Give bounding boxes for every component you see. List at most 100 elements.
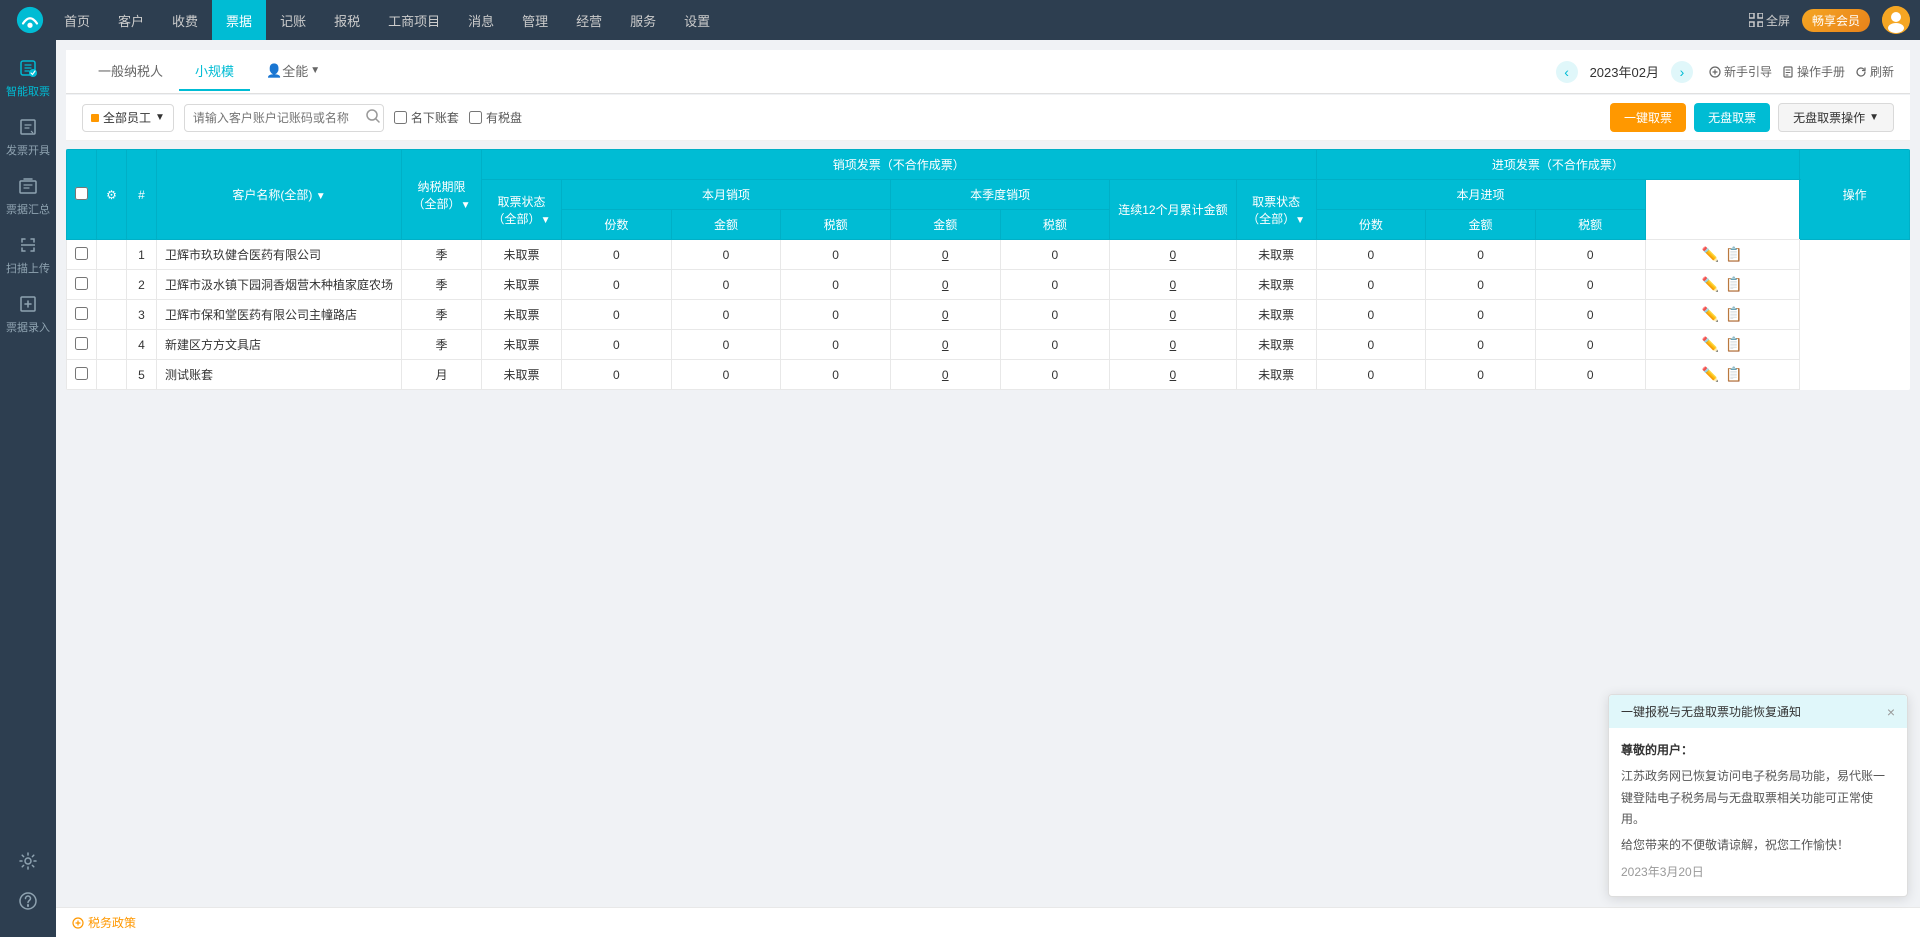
row-purchase-month-amount-3: 0 xyxy=(1426,330,1536,360)
filter-dropdown-icon: ▼ xyxy=(155,112,165,123)
row-customer-3: 新建区方方文具店 xyxy=(157,330,402,360)
nav-manage[interactable]: 管理 xyxy=(508,0,562,40)
notification-apology: 给您带来的不便敬请谅解，祝您工作愉快！ xyxy=(1621,835,1895,857)
edit-icon-4[interactable]: ✏️ xyxy=(1702,366,1719,383)
invoice-summary-label: 票据汇总 xyxy=(6,201,50,217)
view-icon-3[interactable]: 📋 xyxy=(1725,336,1742,353)
dropdown-arrow-icon: ▼ xyxy=(1869,112,1879,123)
manual-btn[interactable]: 操作手册 xyxy=(1782,63,1845,80)
col-tax-period-header[interactable]: 纳税期限（全部）▼ xyxy=(402,150,482,240)
one-click-ticket-btn[interactable]: 一键取票 xyxy=(1610,103,1686,132)
col-purchase-month-count-header: 份数 xyxy=(1316,210,1426,240)
nav-accounting[interactable]: 记账 xyxy=(266,0,320,40)
diskless-ticket-operation-btn[interactable]: 无盘取票操作 ▼ xyxy=(1778,103,1894,132)
tab-small-scale[interactable]: 小规模 xyxy=(179,53,250,91)
nav-settings[interactable]: 设置 xyxy=(670,0,724,40)
settings-icon xyxy=(16,849,40,873)
row-sales-12m-2[interactable]: 0 xyxy=(1110,300,1236,330)
row-sales-month-count-4: 0 xyxy=(562,360,672,390)
row-sales-quarter-amount-4[interactable]: 0 xyxy=(890,360,1000,390)
nav-home[interactable]: 首页 xyxy=(50,0,104,40)
search-input[interactable] xyxy=(184,104,384,132)
nav-business[interactable]: 工商项目 xyxy=(374,0,454,40)
col-customer-header[interactable]: 客户名称(全部) ▼ xyxy=(157,150,402,240)
row-checkbox-1[interactable] xyxy=(67,270,97,300)
header-actions: 新手引导 操作手册 刷新 xyxy=(1709,63,1894,80)
row-customer-0: 卫辉市玖玖健合医药有限公司 xyxy=(157,240,402,270)
select-all-checkbox[interactable] xyxy=(75,187,88,200)
row-purchase-month-tax-4: 0 xyxy=(1535,360,1645,390)
row-purchase-month-tax-1: 0 xyxy=(1535,270,1645,300)
diskless-ticket-btn[interactable]: 无盘取票 xyxy=(1694,103,1770,132)
col-settings-header[interactable]: ⚙ xyxy=(97,150,127,240)
row-no-4: 5 xyxy=(127,360,157,390)
row-tax-period-0: 季 xyxy=(402,240,482,270)
row-sales-quarter-amount-0[interactable]: 0 xyxy=(890,240,1000,270)
col-sales-status-header[interactable]: 取票状态（全部）▼ xyxy=(482,180,562,240)
nav-fee[interactable]: 收费 xyxy=(158,0,212,40)
vip-button[interactable]: 畅享会员 xyxy=(1802,9,1870,32)
nav-operation[interactable]: 经营 xyxy=(562,0,616,40)
view-icon-2[interactable]: 📋 xyxy=(1725,306,1742,323)
row-checkbox-3[interactable] xyxy=(67,330,97,360)
edit-icon-2[interactable]: ✏️ xyxy=(1702,306,1719,323)
tab-all[interactable]: 👤 全能 ▼ xyxy=(250,53,336,91)
tax-disk-filter[interactable]: 有税盘 xyxy=(469,109,522,126)
period-prev-btn[interactable]: ‹ xyxy=(1556,61,1578,83)
sidebar-item-settings[interactable] xyxy=(0,841,56,881)
tax-policy-link[interactable]: 税务政策 xyxy=(72,914,136,931)
notification-close-btn[interactable]: × xyxy=(1887,704,1895,720)
view-icon-1[interactable]: 📋 xyxy=(1725,276,1742,293)
view-icon-4[interactable]: 📋 xyxy=(1725,366,1742,383)
sidebar-item-issue-invoice[interactable]: 发票开具 xyxy=(0,107,56,166)
row-sales-quarter-amount-2[interactable]: 0 xyxy=(890,300,1000,330)
my-accounts-filter[interactable]: 名下账套 xyxy=(394,109,459,126)
new-guide-btn[interactable]: 新手引导 xyxy=(1709,63,1772,80)
edit-icon-1[interactable]: ✏️ xyxy=(1702,276,1719,293)
edit-icon-3[interactable]: ✏️ xyxy=(1702,336,1719,353)
notification-content: 江苏政务网已恢复访问电子税务局功能，易代账一键登陆电子税务局与无盘取票相关功能可… xyxy=(1621,766,1895,831)
row-purchase-month-amount-4: 0 xyxy=(1426,360,1536,390)
row-sales-month-count-3: 0 xyxy=(562,330,672,360)
col-purchase-status-header[interactable]: 取票状态（全部）▼ xyxy=(1236,180,1316,240)
row-operation-2: ✏️ 📋 xyxy=(1645,300,1800,330)
app-logo[interactable] xyxy=(10,0,50,40)
row-sales-12m-1[interactable]: 0 xyxy=(1110,270,1236,300)
fullscreen-btn[interactable]: 全屏 xyxy=(1749,12,1790,29)
period-next-btn[interactable]: › xyxy=(1671,61,1693,83)
row-checkbox-0[interactable] xyxy=(67,240,97,270)
my-accounts-checkbox[interactable] xyxy=(394,111,407,124)
row-sales-12m-3[interactable]: 0 xyxy=(1110,330,1236,360)
row-sales-month-amount-2: 0 xyxy=(671,300,781,330)
nav-right: 全屏 畅享会员 xyxy=(1749,6,1910,34)
col-checkbox-header[interactable] xyxy=(67,150,97,240)
row-sales-quarter-amount-3[interactable]: 0 xyxy=(890,330,1000,360)
sidebar-item-scan-upload[interactable]: 扫描上传 xyxy=(0,225,56,284)
row-checkbox-2[interactable] xyxy=(67,300,97,330)
sidebar-item-help[interactable] xyxy=(0,881,56,921)
row-sales-12m-4[interactable]: 0 xyxy=(1110,360,1236,390)
sidebar-item-invoice-summary[interactable]: 票据汇总 xyxy=(0,166,56,225)
refresh-btn[interactable]: 刷新 xyxy=(1855,63,1894,80)
avatar[interactable] xyxy=(1882,6,1910,34)
view-icon-0[interactable]: 📋 xyxy=(1725,246,1742,263)
tab-general-taxpayer[interactable]: 一般纳税人 xyxy=(82,53,179,91)
nav-service[interactable]: 服务 xyxy=(616,0,670,40)
employee-filter[interactable]: 全部员工 ▼ xyxy=(82,104,174,132)
row-sales-12m-0[interactable]: 0 xyxy=(1110,240,1236,270)
tax-disk-checkbox[interactable] xyxy=(469,111,482,124)
row-checkbox-4[interactable] xyxy=(67,360,97,390)
nav-message[interactable]: 消息 xyxy=(454,0,508,40)
search-button[interactable] xyxy=(366,109,380,126)
sidebar-item-smart-ticket[interactable]: 智能取票 xyxy=(0,48,56,107)
row-purchase-month-amount-1: 0 xyxy=(1426,270,1536,300)
nav-customer[interactable]: 客户 xyxy=(104,0,158,40)
nav-tax[interactable]: 报税 xyxy=(320,0,374,40)
row-customer-1: 卫辉市汲水镇下园洞香烟营木种植家庭农场 xyxy=(157,270,402,300)
row-purchase-month-count-3: 0 xyxy=(1316,330,1426,360)
nav-invoice[interactable]: 票据 xyxy=(212,0,266,40)
row-sales-quarter-amount-1[interactable]: 0 xyxy=(890,270,1000,300)
notification-title: 一键报税与无盘取票功能恢复通知 xyxy=(1621,703,1801,720)
edit-icon-0[interactable]: ✏️ xyxy=(1702,246,1719,263)
sidebar-item-invoice-entry[interactable]: 票据录入 xyxy=(0,284,56,343)
